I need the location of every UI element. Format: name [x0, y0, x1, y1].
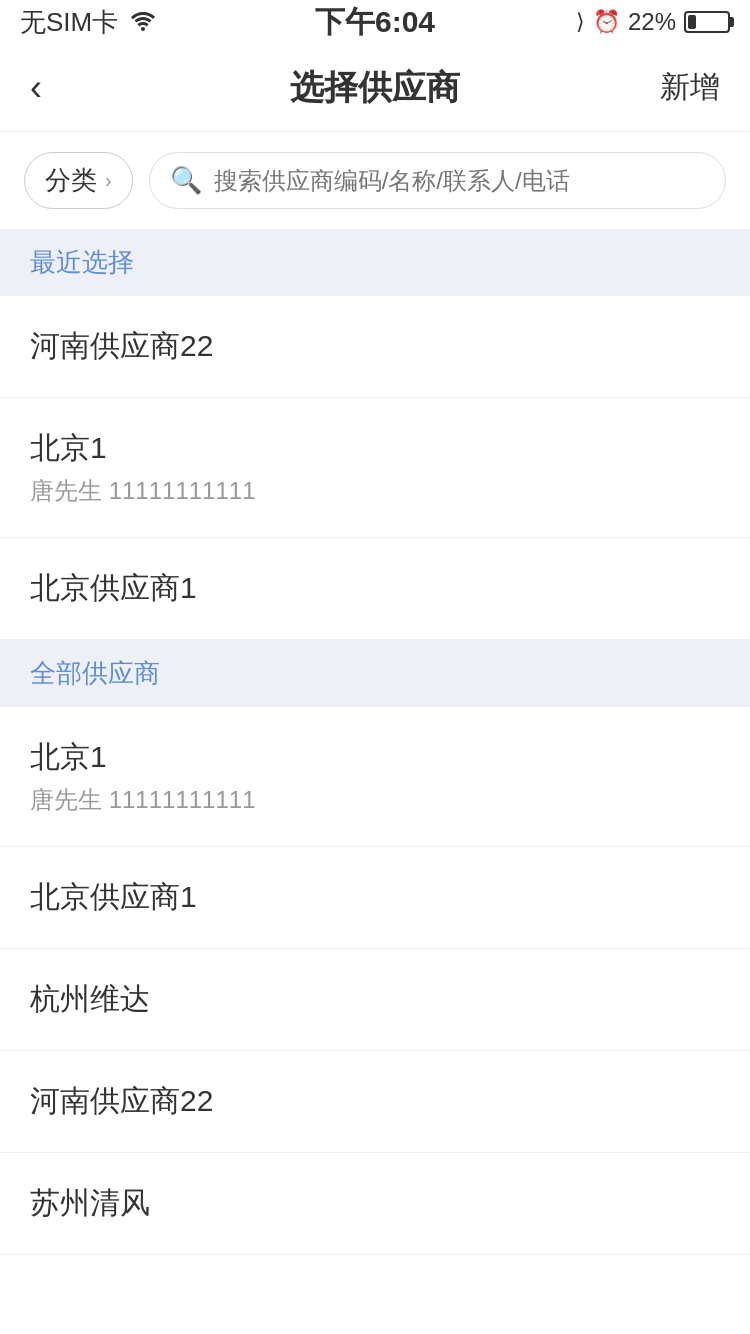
list-item[interactable]: 苏州清风 [0, 1153, 750, 1255]
all-list: 北京1 唐先生 11111111111 北京供应商1 杭州维达河南供应商22 苏州清风 [0, 707, 750, 1255]
add-button[interactable]: 新增 [660, 67, 720, 108]
search-input[interactable] [214, 167, 705, 195]
page-title: 选择供应商 [290, 65, 460, 111]
list-item[interactable]: 河南供应商22 [0, 296, 750, 398]
status-bar: 无SIM卡 下午6:04 ⟩ ⏰ 22% [0, 0, 750, 44]
item-name: 河南供应商22 [30, 326, 720, 367]
list-item[interactable]: 北京供应商1 [0, 538, 750, 640]
list-item[interactable]: 杭州维达 [0, 949, 750, 1051]
search-box[interactable]: 🔍 [149, 152, 726, 209]
item-name: 北京供应商1 [30, 877, 720, 918]
back-button[interactable]: ‹ [30, 67, 90, 109]
item-detail: 唐先生 11111111111 [30, 784, 720, 816]
list-item[interactable]: 北京1 唐先生 11111111111 [0, 398, 750, 538]
category-label: 分类 [45, 163, 97, 198]
nav-bar: ‹ 选择供应商 新增 [0, 44, 750, 132]
recent-section-header: 最近选择 [0, 229, 750, 296]
status-left: 无SIM卡 [20, 5, 158, 40]
carrier-text: 无SIM卡 [20, 5, 118, 40]
battery-indicator [684, 11, 730, 33]
chevron-right-icon: › [105, 169, 112, 192]
alarm-icon: ⏰ [593, 9, 620, 35]
recent-section-label: 最近选择 [30, 247, 134, 277]
search-icon: 🔍 [170, 165, 202, 196]
list-item[interactable]: 北京1 唐先生 11111111111 [0, 707, 750, 847]
filter-bar: 分类 › 🔍 [0, 132, 750, 229]
battery-percent: 22% [628, 8, 676, 36]
list-item[interactable]: 北京供应商1 [0, 847, 750, 949]
status-time: 下午6:04 [315, 2, 435, 43]
item-name: 杭州维达 [30, 979, 720, 1020]
item-name: 苏州清风 [30, 1183, 720, 1224]
item-detail: 唐先生 11111111111 [30, 475, 720, 507]
item-name: 北京1 [30, 428, 720, 469]
category-button[interactable]: 分类 › [24, 152, 133, 209]
status-right: ⟩ ⏰ 22% [576, 8, 730, 36]
all-section-label: 全部供应商 [30, 658, 160, 688]
recent-list: 河南供应商22 北京1 唐先生 11111111111 北京供应商1 [0, 296, 750, 640]
location-icon: ⟩ [576, 9, 585, 35]
list-item[interactable]: 河南供应商22 [0, 1051, 750, 1153]
wifi-icon [128, 7, 158, 38]
item-name: 河南供应商22 [30, 1081, 720, 1122]
item-name: 北京供应商1 [30, 568, 720, 609]
all-section-header: 全部供应商 [0, 640, 750, 707]
item-name: 北京1 [30, 737, 720, 778]
